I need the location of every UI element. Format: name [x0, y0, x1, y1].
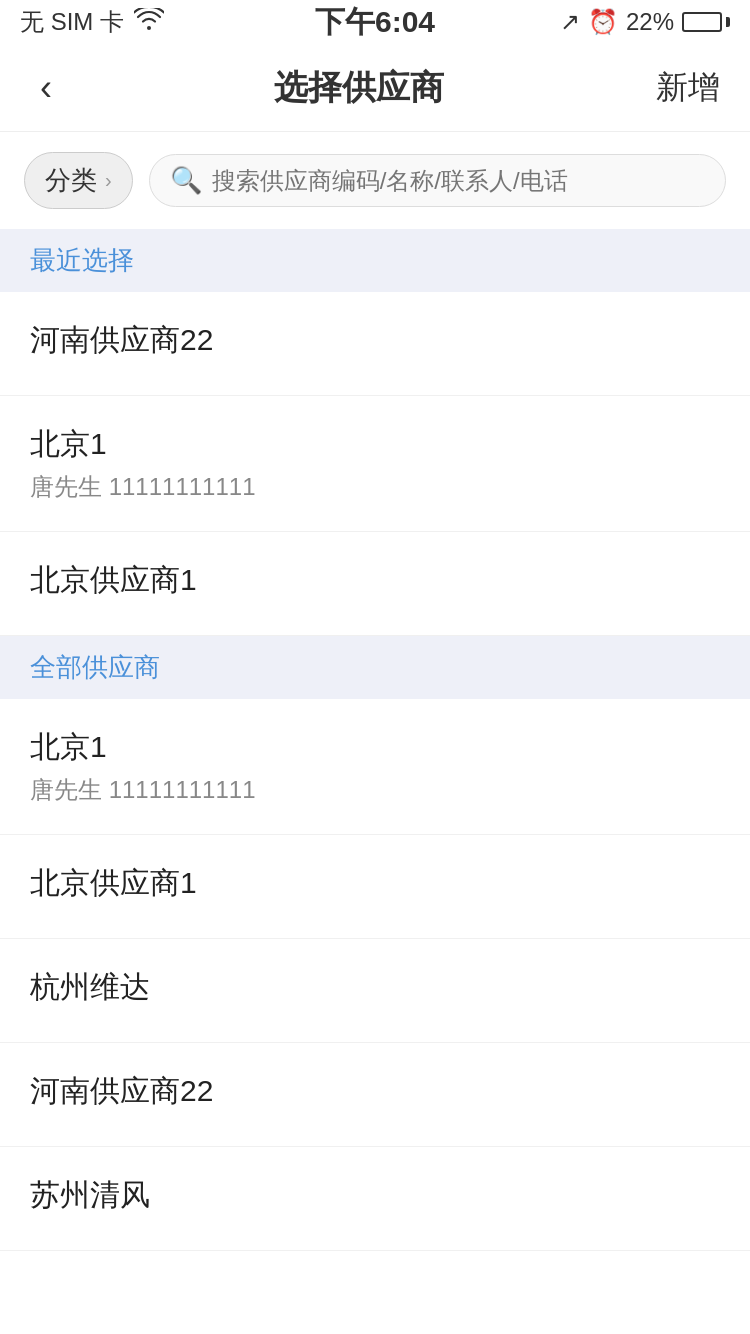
add-button[interactable]: 新增	[656, 66, 720, 110]
recent-section-label: 最近选择	[30, 245, 134, 275]
list-item[interactable]: 杭州维达	[0, 939, 750, 1043]
recent-list: 河南供应商22 北京1 唐先生 11111111111 北京供应商1	[0, 292, 750, 636]
item-name: 北京1	[30, 727, 720, 768]
location-arrow-icon: ↗	[560, 8, 580, 36]
page-title: 选择供应商	[274, 65, 444, 111]
wifi-icon	[134, 8, 164, 36]
nav-bar: ‹ 选择供应商 新增	[0, 44, 750, 132]
search-box: 🔍	[149, 154, 726, 207]
alarm-icon: ⏰	[588, 8, 618, 36]
battery-icon	[682, 12, 730, 32]
item-name: 北京1	[30, 424, 720, 465]
search-icon: 🔍	[170, 165, 202, 196]
list-item[interactable]: 北京供应商1	[0, 532, 750, 636]
list-item[interactable]: 河南供应商22	[0, 292, 750, 396]
item-sub: 唐先生 11111111111	[30, 774, 720, 806]
list-item[interactable]: 北京供应商1	[0, 835, 750, 939]
battery-percent: 22%	[626, 8, 674, 36]
status-left: 无 SIM 卡	[20, 6, 164, 38]
all-list: 北京1 唐先生 11111111111 北京供应商1 杭州维达 河南供应商22 苏…	[0, 699, 750, 1251]
item-name: 河南供应商22	[30, 1071, 720, 1112]
status-bar: 无 SIM 卡 下午6:04 ↗ ⏰ 22%	[0, 0, 750, 44]
chevron-right-icon: ›	[105, 169, 112, 192]
list-item[interactable]: 北京1 唐先生 11111111111	[0, 396, 750, 532]
list-item[interactable]: 河南供应商22	[0, 1043, 750, 1147]
item-name: 河南供应商22	[30, 320, 720, 361]
all-section-header: 全部供应商	[0, 636, 750, 699]
list-item[interactable]: 北京1 唐先生 11111111111	[0, 699, 750, 835]
no-sim-label: 无 SIM 卡	[20, 6, 124, 38]
item-name: 北京供应商1	[30, 863, 720, 904]
search-input[interactable]	[212, 167, 705, 195]
all-section-label: 全部供应商	[30, 652, 160, 682]
back-button[interactable]: ‹	[30, 57, 62, 119]
recent-section-header: 最近选择	[0, 229, 750, 292]
item-sub: 唐先生 11111111111	[30, 471, 720, 503]
filter-bar: 分类 › 🔍	[0, 132, 750, 229]
status-time: 下午6:04	[315, 2, 435, 43]
item-name: 杭州维达	[30, 967, 720, 1008]
list-item[interactable]: 苏州清风	[0, 1147, 750, 1251]
category-filter-button[interactable]: 分类 ›	[24, 152, 133, 209]
item-name: 北京供应商1	[30, 560, 720, 601]
item-name: 苏州清风	[30, 1175, 720, 1216]
status-right: ↗ ⏰ 22%	[560, 8, 730, 36]
category-label: 分类	[45, 163, 97, 198]
